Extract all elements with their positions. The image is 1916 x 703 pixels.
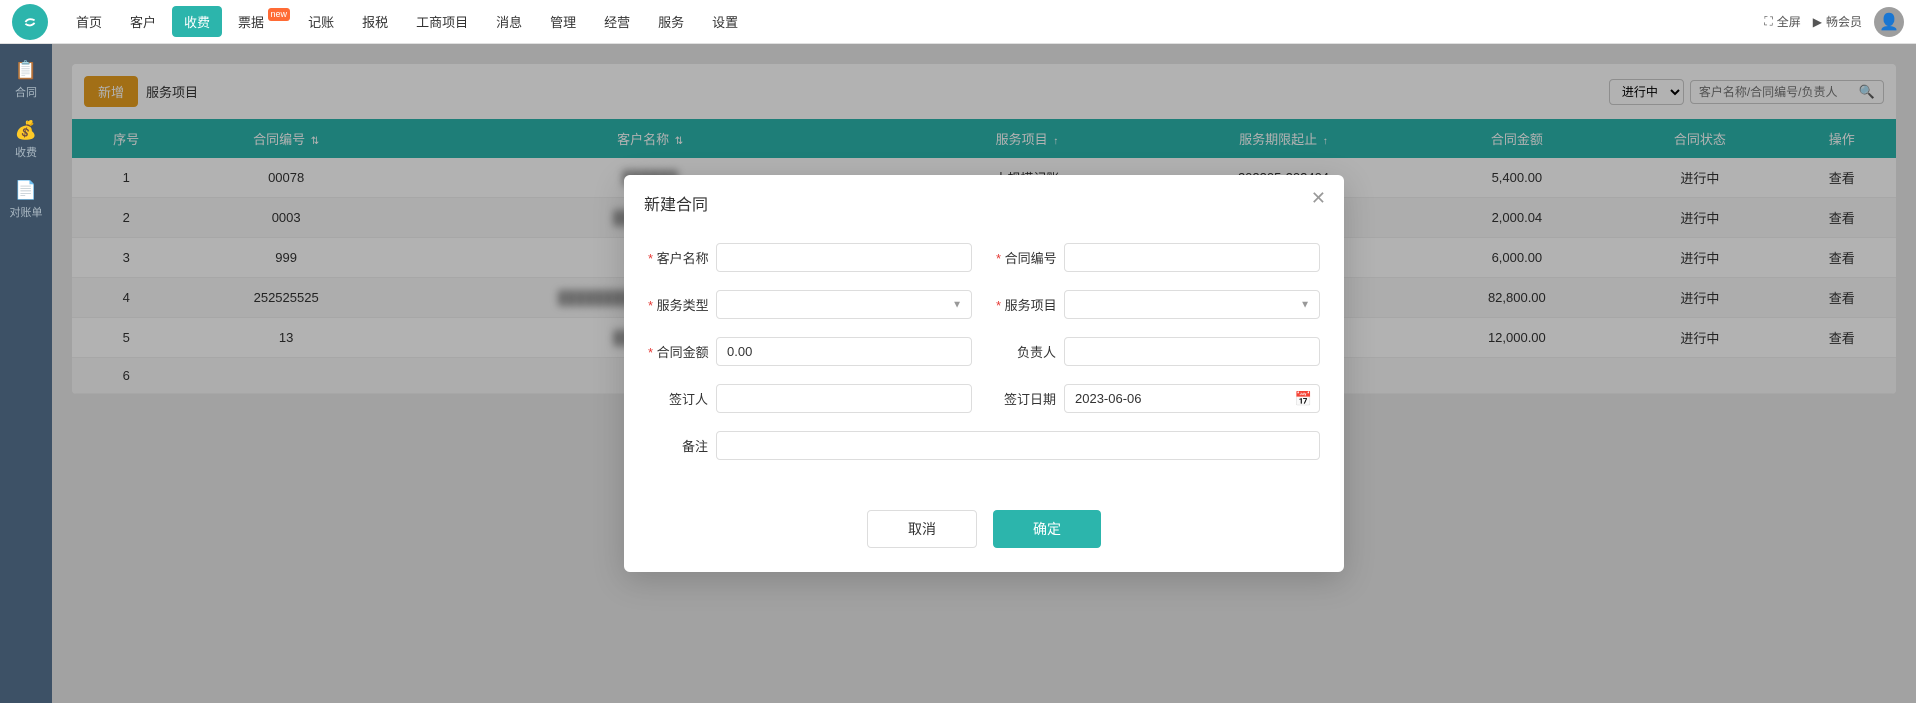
member-button[interactable]: ▶ 畅会员: [1813, 13, 1862, 30]
nav-items: 首页 客户 收费 票据 new 记账 报税 工商项目 消息 管理 经营 服务 设…: [64, 6, 1764, 37]
contract-icon: 📋: [15, 60, 37, 81]
contract-no-input[interactable]: [1064, 243, 1320, 272]
fullscreen-button[interactable]: ⛶ 全屏: [1764, 13, 1800, 30]
modal-footer: 取消 确定: [624, 498, 1344, 572]
avatar-icon: 👤: [1879, 12, 1899, 32]
modal-close-button[interactable]: ✕: [1311, 189, 1326, 207]
avatar[interactable]: 👤: [1874, 7, 1904, 37]
sidebar-item-contract[interactable]: 📋 合同: [2, 52, 50, 108]
sidebar: 📋 合同 💰 收费 📄 对账单: [0, 44, 52, 703]
modal-body: 客户名称 合同编号 服务类型: [624, 227, 1344, 498]
app-logo[interactable]: [12, 4, 48, 40]
nav-operate[interactable]: 经营: [592, 6, 642, 37]
remark-input[interactable]: [716, 431, 1320, 460]
field-signer: 签订人: [648, 384, 972, 413]
statement-icon: 📄: [15, 180, 37, 201]
field-sign-date: 签订日期 📅: [996, 384, 1320, 413]
responsible-input[interactable]: [1064, 337, 1320, 366]
service-type-label: 服务类型: [648, 295, 708, 314]
nav-right: ⛶ 全屏 ▶ 畅会员 👤: [1764, 7, 1904, 37]
nav-home[interactable]: 首页: [64, 6, 114, 37]
contract-no-label: 合同编号: [996, 248, 1056, 267]
nav-accounting[interactable]: 记账: [296, 6, 346, 37]
confirm-button[interactable]: 确定: [993, 510, 1101, 548]
form-row-2: 服务类型 服务项目: [648, 290, 1320, 319]
sign-date-label: 签订日期: [996, 389, 1056, 408]
field-responsible: 负责人: [996, 337, 1320, 366]
nav-message[interactable]: 消息: [484, 6, 534, 37]
amount-input[interactable]: [716, 337, 972, 366]
content-area: 新增 服务项目 进行中 已完成 已终止 🔍: [52, 44, 1916, 703]
service-type-select[interactable]: [716, 290, 972, 319]
amount-label: 合同金额: [648, 342, 708, 361]
field-service-type: 服务类型: [648, 290, 972, 319]
field-customer-name: 客户名称: [648, 243, 972, 272]
field-service-item: 服务项目: [996, 290, 1320, 319]
nav-fee[interactable]: 收费: [172, 6, 222, 37]
nav-tax[interactable]: 报税: [350, 6, 400, 37]
fee-icon: 💰: [15, 120, 37, 141]
remark-label: 备注: [648, 436, 708, 455]
calendar-icon[interactable]: 📅: [1295, 390, 1312, 407]
service-item-select[interactable]: [1064, 290, 1320, 319]
service-item-wrap: [1064, 290, 1320, 319]
customer-name-input[interactable]: [716, 243, 972, 272]
form-row-3: 合同金额 负责人: [648, 337, 1320, 366]
sidebar-item-statement[interactable]: 📄 对账单: [2, 172, 50, 228]
new-badge: new: [268, 8, 291, 21]
fullscreen-icon: ⛶: [1764, 14, 1772, 29]
nav-settings[interactable]: 设置: [700, 6, 750, 37]
modal-dialog: 新建合同 ✕ 客户名称 合同编号: [624, 175, 1344, 572]
top-nav: 首页 客户 收费 票据 new 记账 报税 工商项目 消息 管理 经营 服务 设…: [0, 0, 1916, 44]
nav-invoice[interactable]: 票据 new: [226, 6, 292, 37]
service-item-label: 服务项目: [996, 295, 1056, 314]
sign-date-wrap: 📅: [1064, 384, 1320, 413]
field-contract-no: 合同编号: [996, 243, 1320, 272]
modal-title: 新建合同: [624, 175, 1344, 227]
field-remark: 备注: [648, 431, 1320, 460]
form-row-4: 签订人 签订日期 📅: [648, 384, 1320, 413]
form-row-1: 客户名称 合同编号: [648, 243, 1320, 272]
field-amount: 合同金额: [648, 337, 972, 366]
nav-service[interactable]: 服务: [646, 6, 696, 37]
customer-name-label: 客户名称: [648, 248, 708, 267]
nav-manage[interactable]: 管理: [538, 6, 588, 37]
sign-date-input[interactable]: [1064, 384, 1320, 413]
sidebar-item-fee[interactable]: 💰 收费: [2, 112, 50, 168]
nav-business[interactable]: 工商项目: [404, 6, 480, 37]
responsible-label: 负责人: [996, 342, 1056, 361]
main-layout: 📋 合同 💰 收费 📄 对账单 新增 服务项目 进行中 已完成 已终止: [0, 44, 1916, 703]
form-row-5: 备注: [648, 431, 1320, 460]
signer-input[interactable]: [716, 384, 972, 413]
service-type-wrap: [716, 290, 972, 319]
cancel-button[interactable]: 取消: [867, 510, 977, 548]
nav-customer[interactable]: 客户: [118, 6, 168, 37]
member-icon: ▶: [1813, 15, 1822, 29]
signer-label: 签订人: [648, 389, 708, 408]
modal-overlay: 新建合同 ✕ 客户名称 合同编号: [52, 44, 1916, 703]
